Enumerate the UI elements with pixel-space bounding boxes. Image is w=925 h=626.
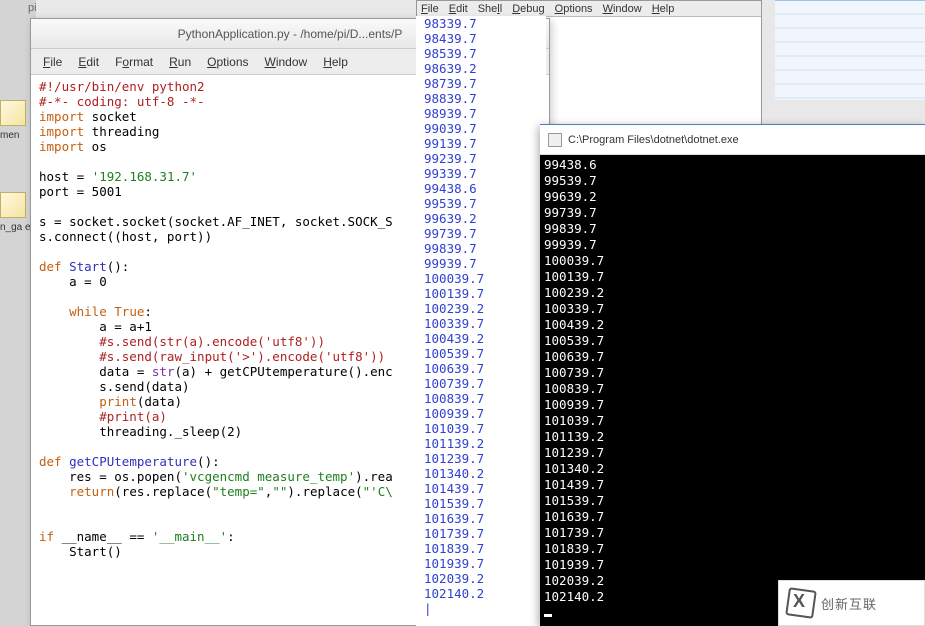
- menu-file[interactable]: File: [421, 3, 439, 15]
- watermark: 创新互联: [778, 580, 925, 626]
- menu-help[interactable]: Help: [317, 52, 354, 72]
- folder-icon[interactable]: [0, 100, 26, 126]
- menu-file[interactable]: File: [37, 52, 68, 72]
- menu-format[interactable]: Format: [109, 52, 159, 72]
- menu-window[interactable]: Window: [259, 52, 314, 72]
- menu-shell[interactable]: Shell: [478, 3, 502, 15]
- menu-run[interactable]: Run: [163, 52, 197, 72]
- idle-output-overlay: 98339.7 98439.7 98539.7 98639.2 98739.7 …: [416, 16, 546, 626]
- menu-debug[interactable]: Debug: [512, 3, 544, 15]
- menu-edit[interactable]: Edit: [449, 3, 468, 15]
- menu-help[interactable]: Help: [652, 3, 675, 15]
- console-title: C:\Program Files\dotnet\dotnet.exe: [568, 134, 739, 146]
- folder-icon[interactable]: [0, 192, 26, 218]
- watermark-text: 创新互联: [821, 594, 877, 613]
- desktop-label-1: men: [0, 130, 19, 141]
- menu-edit[interactable]: Edit: [72, 52, 105, 72]
- console-output[interactable]: 99438.6 99539.7 99639.2 99739.7 99839.7 …: [540, 155, 925, 626]
- console-app-icon: [548, 133, 562, 147]
- menu-options[interactable]: Options: [201, 52, 254, 72]
- idle-menubar: File Edit Shell Debug Options Window Hel…: [417, 1, 761, 17]
- console-titlebar[interactable]: C:\Program Files\dotnet\dotnet.exe: [540, 125, 925, 155]
- desktop-label-pi: pi: [28, 2, 37, 14]
- menu-window[interactable]: Window: [603, 3, 642, 15]
- console-window: C:\Program Files\dotnet\dotnet.exe 99438…: [540, 124, 925, 626]
- background-panel: [775, 0, 925, 100]
- watermark-logo-icon: [787, 589, 815, 617]
- menu-options[interactable]: Options: [555, 3, 593, 15]
